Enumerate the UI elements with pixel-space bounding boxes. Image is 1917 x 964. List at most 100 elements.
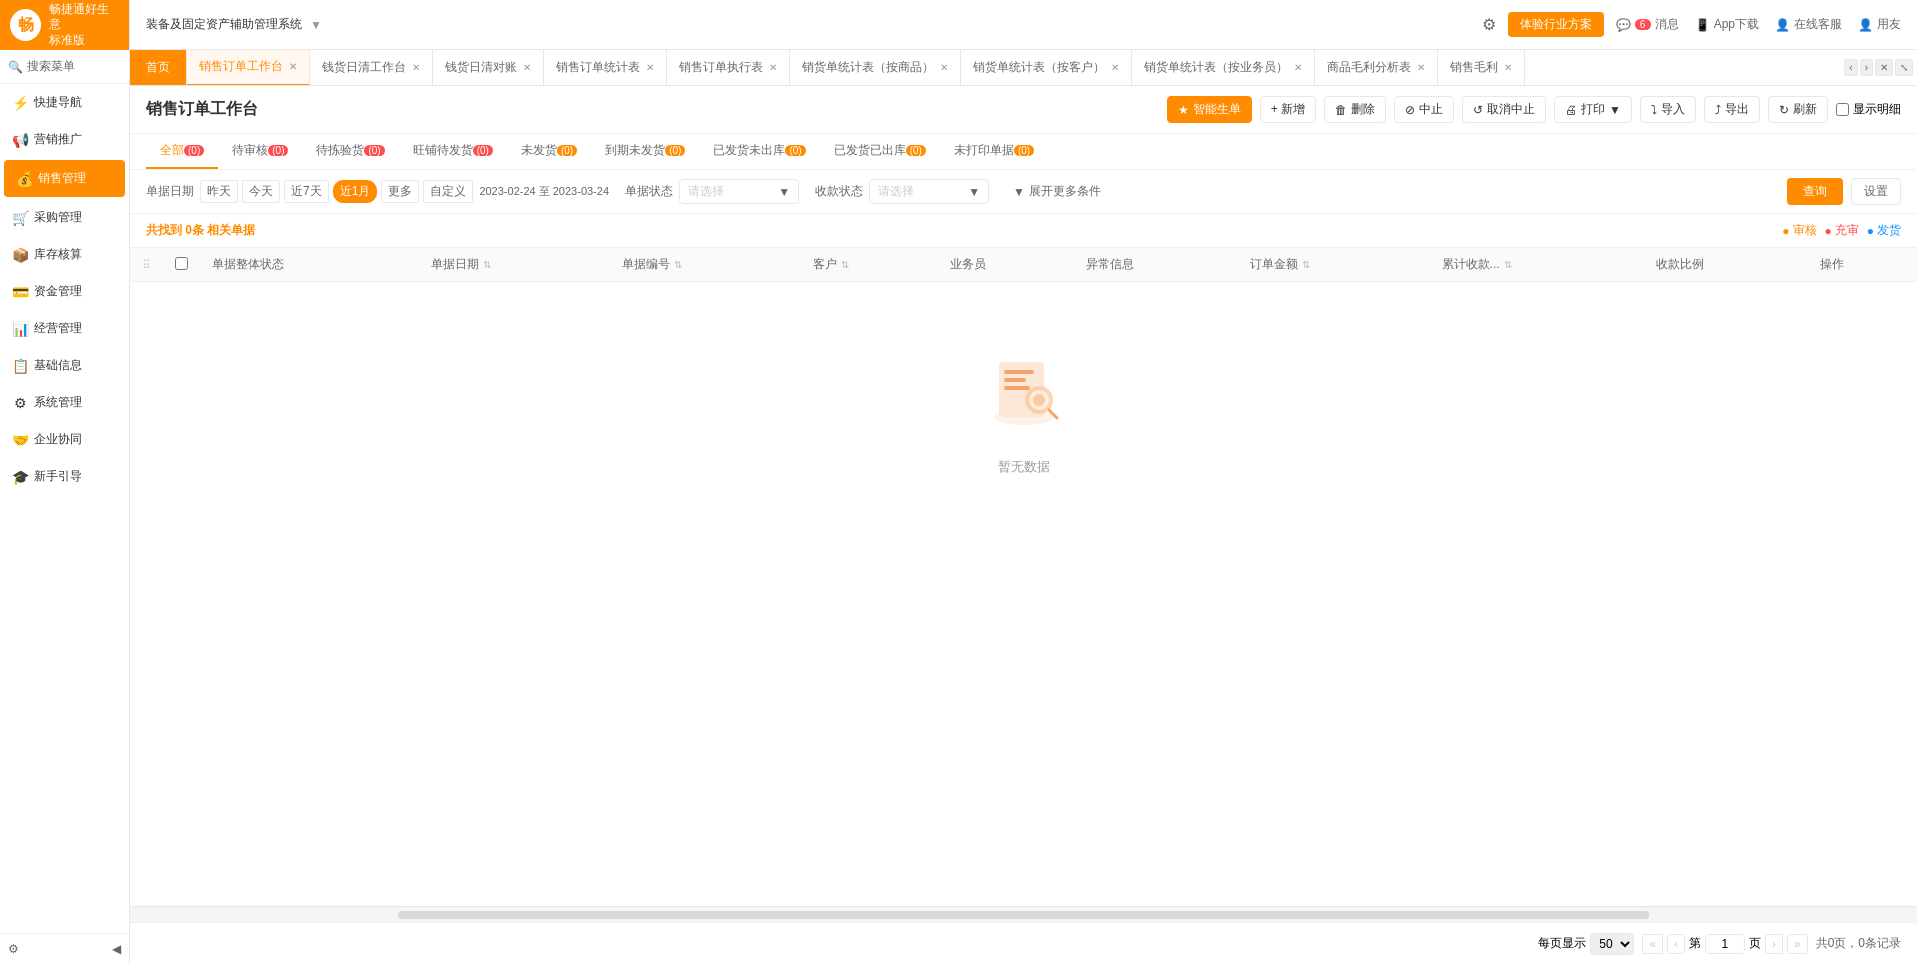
tab-close-icon[interactable]: ✕ xyxy=(289,61,297,72)
sub-tab-旺铺待发货[interactable]: 旺铺待发货(0) xyxy=(399,134,507,169)
sidebar-item-采购管理[interactable]: 🛒采购管理 xyxy=(0,199,129,236)
tab-3[interactable]: 钱货日清对账✕ xyxy=(433,50,544,86)
sidebar-item-企业协同[interactable]: 🤝企业协同 xyxy=(0,421,129,458)
status-select[interactable]: 请选择 ▼ xyxy=(679,179,799,204)
expand-button[interactable]: ▼ 展开更多条件 xyxy=(1005,179,1109,204)
tab-close-icon[interactable]: ✕ xyxy=(940,62,948,73)
print-chevron: ▼ xyxy=(1609,103,1621,117)
print-button[interactable]: 🖨 打印 ▼ xyxy=(1554,96,1632,123)
date-btn-近1月[interactable]: 近1月 xyxy=(333,180,378,203)
cancel-stop-button[interactable]: ↺ 取消中止 xyxy=(1462,96,1546,123)
sidebar-search[interactable]: 🔍 搜索菜单 xyxy=(0,50,129,84)
tab-close-icon[interactable]: ✕ xyxy=(1417,62,1425,73)
stop-button[interactable]: ⊘ 中止 xyxy=(1394,96,1454,123)
online-service-button[interactable]: 👤 在线客服 xyxy=(1775,16,1842,33)
settings-gear-icon[interactable]: ⚙ xyxy=(1482,15,1496,34)
sidebar-logo: 畅 畅捷通好生意 标准版 xyxy=(0,0,129,50)
col-date[interactable]: 单据日期 ⇅ xyxy=(419,248,610,282)
quick-btn-发货[interactable]: ● 发货 xyxy=(1867,222,1901,239)
sub-tab-全部[interactable]: 全部(0) xyxy=(146,134,218,169)
tab-close-icon[interactable]: ✕ xyxy=(646,62,654,73)
tab-1[interactable]: 销售订单工作台✕ xyxy=(187,50,310,86)
export-icon: ⤴ xyxy=(1715,103,1721,117)
sidebar-item-快捷导航[interactable]: ⚡快捷导航 xyxy=(0,84,129,121)
first-page-button[interactable]: « xyxy=(1642,934,1663,954)
tab-close-all[interactable]: ✕ xyxy=(1875,59,1893,76)
collapse-icon[interactable]: ◀ xyxy=(112,942,121,956)
last-page-button[interactable]: » xyxy=(1787,934,1808,954)
tab-nav-next[interactable]: › xyxy=(1860,59,1873,76)
tab-0[interactable]: 首页 xyxy=(130,50,187,86)
payment-select[interactable]: 请选择 ▼ xyxy=(869,179,989,204)
page-size-dropdown[interactable]: 50 xyxy=(1590,933,1634,955)
sub-tab-未发货[interactable]: 未发货(0) xyxy=(507,134,591,169)
tab-close-icon[interactable]: ✕ xyxy=(769,62,777,73)
import-button[interactable]: ⤵ 导入 xyxy=(1640,96,1696,123)
show-detail-checkbox[interactable] xyxy=(1836,103,1849,116)
user-button[interactable]: 👤 用友 xyxy=(1858,16,1901,33)
quick-btn-充审[interactable]: ● 充审 xyxy=(1825,222,1859,239)
tab-close-icon[interactable]: ✕ xyxy=(412,62,420,73)
checkbox-header[interactable] xyxy=(163,248,200,282)
sub-tab-未打印单据[interactable]: 未打印单据(0) xyxy=(940,134,1048,169)
refresh-button[interactable]: ↻ 刷新 xyxy=(1768,96,1828,123)
quick-btn-审核[interactable]: ● 审核 xyxy=(1782,222,1816,239)
sidebar-item-系统管理[interactable]: ⚙系统管理 xyxy=(0,384,129,421)
tab-7[interactable]: 销货单统计表（按客户）✕ xyxy=(961,50,1132,86)
add-button[interactable]: + 新增 xyxy=(1260,96,1316,123)
page-number-input[interactable] xyxy=(1705,934,1745,954)
tab-6[interactable]: 销货单统计表（按商品）✕ xyxy=(790,50,961,86)
sub-tab-待拣验货[interactable]: 待拣验货(0) xyxy=(302,134,398,169)
tab-nav-prev[interactable]: ‹ xyxy=(1844,59,1857,76)
query-button[interactable]: 查询 xyxy=(1787,178,1843,205)
chevron-down-icon[interactable]: ▼ xyxy=(310,18,322,32)
sidebar-item-资金管理[interactable]: 💳资金管理 xyxy=(0,273,129,310)
app-download-button[interactable]: 📱 App下载 xyxy=(1695,16,1759,33)
delete-button[interactable]: 🗑 删除 xyxy=(1324,96,1386,123)
sub-tab-已发货已出库[interactable]: 已发货已出库(0) xyxy=(820,134,940,169)
tab-9[interactable]: 商品毛利分析表✕ xyxy=(1315,50,1438,86)
date-btn-今天[interactable]: 今天 xyxy=(242,180,280,203)
sidebar-item-新手引导[interactable]: 🎓新手引导 xyxy=(0,458,129,495)
tab-maximize[interactable]: ⤡ xyxy=(1895,59,1913,76)
sidebar-item-销售管理[interactable]: 💰销售管理 xyxy=(4,160,125,197)
tab-8[interactable]: 销货单统计表（按业务员）✕ xyxy=(1132,50,1315,86)
date-btn-更多[interactable]: 更多 xyxy=(381,180,419,203)
col-number[interactable]: 单据编号 ⇅ xyxy=(610,248,801,282)
col-customer[interactable]: 客户 ⇅ xyxy=(801,248,938,282)
sidebar-footer: ⚙ ◀ xyxy=(0,933,129,964)
date-btn-自定义[interactable]: 自定义 xyxy=(423,180,473,203)
industry-button[interactable]: 体验行业方案 xyxy=(1508,12,1604,37)
tab-close-icon[interactable]: ✕ xyxy=(1294,62,1302,73)
prev-page-button[interactable]: ‹ xyxy=(1667,934,1685,954)
tab-close-icon[interactable]: ✕ xyxy=(1111,62,1119,73)
filter-setting-button[interactable]: 设置 xyxy=(1851,178,1901,205)
export-button[interactable]: ⤴ 导出 xyxy=(1704,96,1760,123)
sub-tab-badge: (0) xyxy=(557,145,577,156)
sub-tab-待审核[interactable]: 待审核(0) xyxy=(218,134,302,169)
tab-2[interactable]: 钱货日清工作台✕ xyxy=(310,50,433,86)
next-page-button[interactable]: › xyxy=(1765,934,1783,954)
sidebar-item-基础信息[interactable]: 📋基础信息 xyxy=(0,347,129,384)
smart-create-button[interactable]: ★ 智能生单 xyxy=(1167,96,1252,123)
select-all-checkbox[interactable] xyxy=(175,257,188,270)
scrollbar-area[interactable] xyxy=(130,906,1917,922)
sidebar-item-经营管理[interactable]: 📊经营管理 xyxy=(0,310,129,347)
sidebar-item-营销推广[interactable]: 📢营销推广 xyxy=(0,121,129,158)
tab-close-icon[interactable]: ✕ xyxy=(523,62,531,73)
settings-icon[interactable]: ⚙ xyxy=(8,942,19,956)
sub-tab-到期未发货[interactable]: 到期未发货(0) xyxy=(591,134,699,169)
tab-close-icon[interactable]: ✕ xyxy=(1504,62,1512,73)
col-collected[interactable]: 累计收款... ⇅ xyxy=(1430,248,1644,282)
tab-5[interactable]: 销售订单执行表✕ xyxy=(667,50,790,86)
tab-10[interactable]: 销售毛利✕ xyxy=(1438,50,1525,86)
date-btn-近7天[interactable]: 近7天 xyxy=(284,180,329,203)
chevron-down-icon: ▼ xyxy=(968,185,980,199)
tab-4[interactable]: 销售订单统计表✕ xyxy=(544,50,667,86)
col-amount[interactable]: 订单金额 ⇅ xyxy=(1238,248,1429,282)
menu-icon: 💰 xyxy=(16,171,32,187)
sub-tab-已发货未出库[interactable]: 已发货未出库(0) xyxy=(699,134,819,169)
sidebar-item-库存核算[interactable]: 📦库存核算 xyxy=(0,236,129,273)
date-btn-昨天[interactable]: 昨天 xyxy=(200,180,238,203)
message-button[interactable]: 💬 6 消息 xyxy=(1616,16,1679,33)
